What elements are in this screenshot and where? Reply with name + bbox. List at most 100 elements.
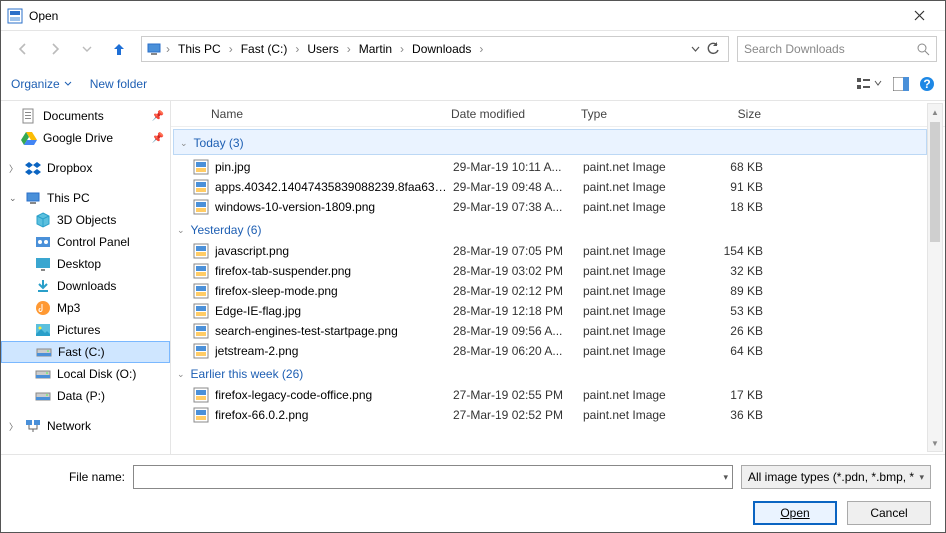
organize-menu[interactable]: Organize <box>11 77 72 91</box>
chevron-down-icon <box>64 80 72 88</box>
file-name: firefox-sleep-mode.png <box>215 284 453 298</box>
file-type: paint.net Image <box>583 388 693 402</box>
chevron-down-icon: ⌄ <box>9 193 19 204</box>
sidebar-item[interactable]: Pictures <box>1 319 170 341</box>
file-type: paint.net Image <box>583 344 693 358</box>
sidebar-dropbox[interactable]: 〉 Dropbox <box>1 157 170 179</box>
crumb-downloads[interactable]: Downloads <box>408 40 475 58</box>
pc-icon <box>146 41 162 57</box>
file-row[interactable]: windows-10-version-1809.png 29-Mar-19 07… <box>171 197 945 217</box>
col-date[interactable]: Date modified <box>451 107 581 121</box>
file-name: search-engines-test-startpage.png <box>215 324 453 338</box>
scrollbar-thumb[interactable] <box>930 122 940 242</box>
crumb-drive[interactable]: Fast (C:) <box>237 40 292 58</box>
back-button[interactable] <box>9 35 37 63</box>
image-file-icon <box>193 159 209 175</box>
file-date: 29-Mar-19 07:38 A... <box>453 200 583 214</box>
desktop-icon <box>35 256 51 272</box>
chevron-down-icon: ⌄ <box>177 369 185 380</box>
file-size: 154 KB <box>693 244 763 258</box>
new-folder-button[interactable]: New folder <box>90 77 147 91</box>
sidebar-item[interactable]: Data (P:) <box>1 385 170 407</box>
pin-icon: 📌 <box>152 111 164 122</box>
open-button[interactable]: Open <box>753 501 837 525</box>
file-row[interactable]: Edge-IE-flag.jpg 28-Mar-19 12:18 PM pain… <box>171 301 945 321</box>
file-name: firefox-66.0.2.png <box>215 408 453 422</box>
scroll-up-icon[interactable]: ▲ <box>928 104 942 120</box>
file-date: 28-Mar-19 12:18 PM <box>453 304 583 318</box>
close-button[interactable] <box>899 2 939 30</box>
sidebar-item[interactable]: Documents 📌 <box>1 105 170 127</box>
up-button[interactable] <box>105 35 133 63</box>
sidebar-item-label: Network <box>47 419 91 433</box>
breadcrumb[interactable]: › This PC › Fast (C:) › Users › Martin ›… <box>141 36 729 62</box>
file-row[interactable]: firefox-66.0.2.png 27-Mar-19 02:52 PM pa… <box>171 405 945 425</box>
col-name[interactable]: Name <box>211 107 451 121</box>
chevron-right-icon: › <box>398 42 406 56</box>
file-row[interactable]: javascript.png 28-Mar-19 07:05 PM paint.… <box>171 241 945 261</box>
file-date: 29-Mar-19 09:48 A... <box>453 180 583 194</box>
search-icon <box>917 43 930 56</box>
filename-input[interactable]: ▾ <box>133 465 733 489</box>
down-icon <box>35 278 51 294</box>
file-type: paint.net Image <box>583 324 693 338</box>
file-name: apps.40342.14047435839088239.8faa635f-..… <box>215 180 453 194</box>
file-row[interactable]: jetstream-2.png 28-Mar-19 06:20 A... pai… <box>171 341 945 361</box>
scroll-down-icon[interactable]: ▼ <box>928 435 942 451</box>
crumb-user[interactable]: Martin <box>355 40 396 58</box>
file-size: 89 KB <box>693 284 763 298</box>
crumb-users[interactable]: Users <box>303 40 342 58</box>
group-header[interactable]: ⌄ Yesterday (6) <box>171 217 945 241</box>
sidebar-item[interactable]: Google Drive 📌 <box>1 127 170 149</box>
refresh-button[interactable] <box>706 42 720 56</box>
col-type[interactable]: Type <box>581 107 691 121</box>
group-header[interactable]: ⌄ Earlier this week (26) <box>171 361 945 385</box>
column-headers[interactable]: Name Date modified Type Size <box>171 101 945 127</box>
sidebar-item-label: Mp3 <box>57 301 80 315</box>
group-label: Yesterday (6) <box>191 223 262 237</box>
sidebar-thispc[interactable]: ⌄ This PC <box>1 187 170 209</box>
file-row[interactable]: apps.40342.14047435839088239.8faa635f-..… <box>171 177 945 197</box>
file-row[interactable]: firefox-legacy-code-office.png 27-Mar-19… <box>171 385 945 405</box>
sidebar-item[interactable]: Desktop <box>1 253 170 275</box>
file-type: paint.net Image <box>583 244 693 258</box>
sidebar-item[interactable]: Local Disk (O:) <box>1 363 170 385</box>
sidebar-item[interactable]: Control Panel <box>1 231 170 253</box>
sidebar-item[interactable]: Mp3 <box>1 297 170 319</box>
file-name: pin.jpg <box>215 160 453 174</box>
scrollbar[interactable]: ▲ ▼ <box>927 103 943 452</box>
file-name: Edge-IE-flag.jpg <box>215 304 453 318</box>
sidebar-item[interactable]: Downloads <box>1 275 170 297</box>
crumb-thispc[interactable]: This PC <box>174 40 225 58</box>
chevron-down-icon: ⌄ <box>180 138 188 149</box>
view-options-button[interactable] <box>857 77 883 91</box>
file-size: 64 KB <box>693 344 763 358</box>
file-row[interactable]: pin.jpg 29-Mar-19 10:11 A... paint.net I… <box>171 157 945 177</box>
sidebar-item[interactable]: 3D Objects <box>1 209 170 231</box>
file-type: paint.net Image <box>583 408 693 422</box>
recent-dropdown[interactable] <box>73 35 101 63</box>
chevron-down-icon[interactable]: ▾ <box>723 472 728 483</box>
file-row[interactable]: search-engines-test-startpage.png 28-Mar… <box>171 321 945 341</box>
pc-icon <box>25 190 41 206</box>
sidebar-network[interactable]: 〉 Network <box>1 415 170 437</box>
group-header[interactable]: ⌄ Today (3) <box>173 129 927 155</box>
file-row[interactable]: firefox-tab-suspender.png 28-Mar-19 03:0… <box>171 261 945 281</box>
breadcrumb-dropdown[interactable] <box>691 45 700 54</box>
sidebar-item-label: Downloads <box>57 279 116 293</box>
file-size: 36 KB <box>693 408 763 422</box>
sidebar-item[interactable]: Fast (C:) <box>1 341 170 363</box>
file-type: paint.net Image <box>583 304 693 318</box>
sidebar-item-label: Local Disk (O:) <box>57 367 136 381</box>
filetype-filter[interactable]: All image types (*.pdn, *.bmp, * ▾ <box>741 465 931 489</box>
file-row[interactable]: firefox-sleep-mode.png 28-Mar-19 02:12 P… <box>171 281 945 301</box>
search-placeholder: Search Downloads <box>744 42 845 56</box>
file-name: jetstream-2.png <box>215 344 453 358</box>
cancel-button[interactable]: Cancel <box>847 501 931 525</box>
help-button[interactable]: ? <box>919 76 935 92</box>
forward-button[interactable] <box>41 35 69 63</box>
preview-pane-button[interactable] <box>893 77 909 91</box>
col-size[interactable]: Size <box>691 107 761 121</box>
search-input[interactable]: Search Downloads <box>737 36 937 62</box>
sidebar-item-label: 3D Objects <box>57 213 116 227</box>
